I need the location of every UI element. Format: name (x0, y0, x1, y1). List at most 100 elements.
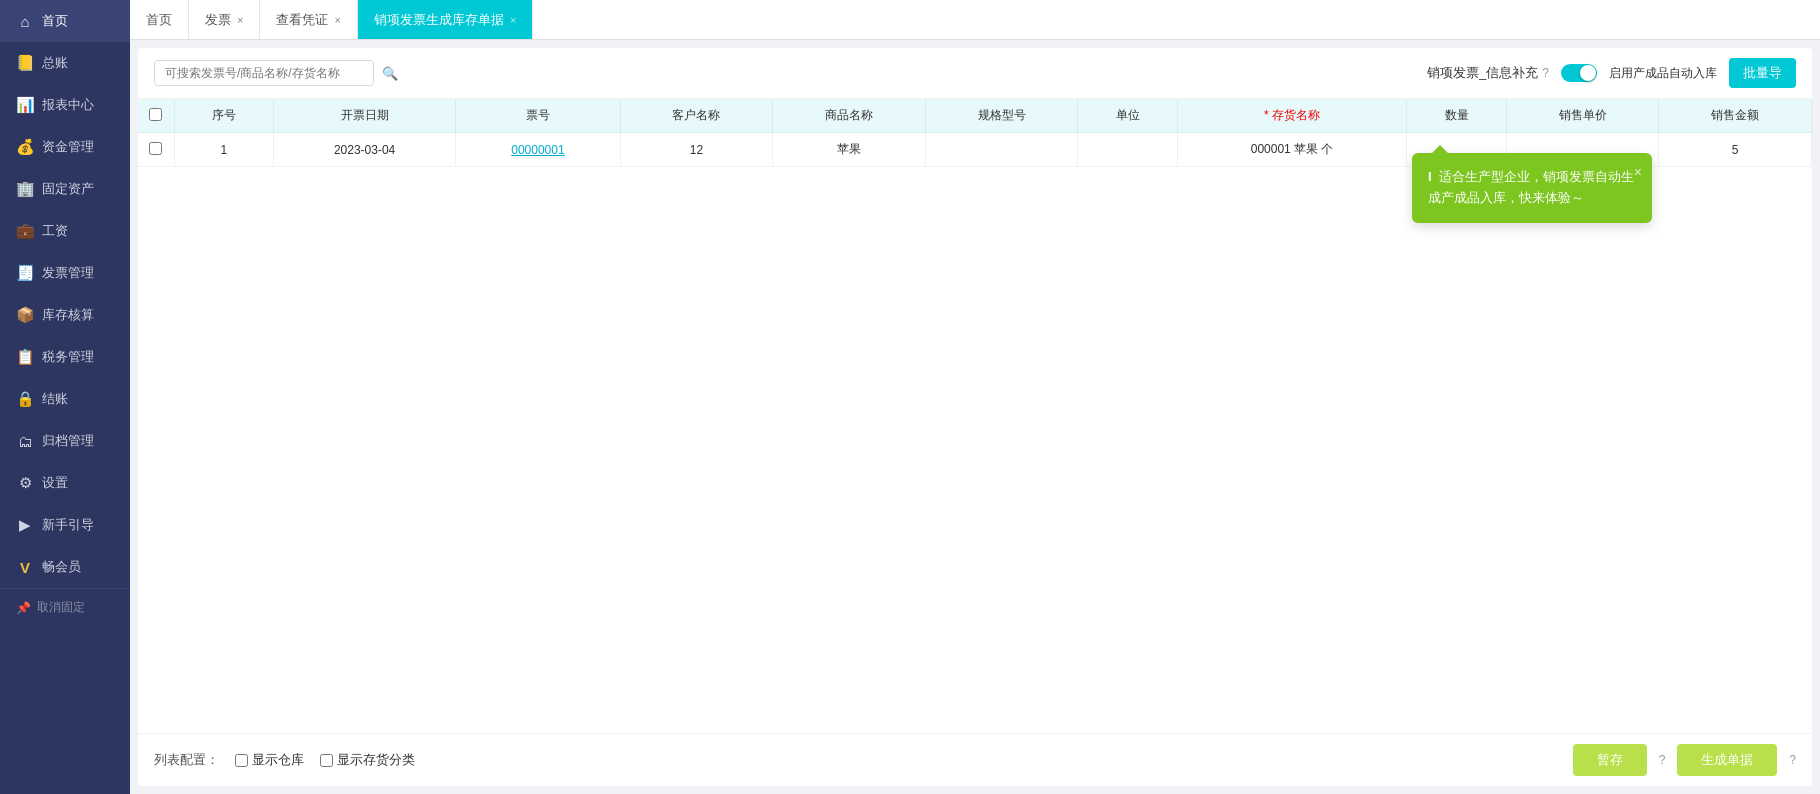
sidebar-item-guide[interactable]: ▶ 新手引导 (0, 504, 130, 546)
tab-voucher[interactable]: 查看凭证 × (260, 0, 357, 39)
toggle-knob (1580, 65, 1596, 81)
row-inventory: 000001 苹果 个 (1177, 133, 1406, 167)
page-content: 🔍 销项发票_信息补充 ? 启用产成品自动入库 批量导 (138, 48, 1812, 786)
col-unit: 单位 (1078, 99, 1178, 133)
sidebar-label-home: 首页 (42, 12, 68, 30)
tab-invoice-label: 发票 (205, 11, 231, 29)
capital-icon: 💰 (16, 138, 34, 156)
category-checkbox-input[interactable] (320, 754, 333, 767)
row-amount: 5 (1659, 133, 1812, 167)
inventory-icon: 📦 (16, 306, 34, 324)
row-checkbox[interactable] (149, 142, 162, 155)
toolbar: 🔍 销项发票_信息补充 ? 启用产成品自动入库 批量导 (138, 48, 1812, 99)
sidebar-item-invoice-mgmt[interactable]: 🧾 发票管理 (0, 252, 130, 294)
col-spec: 规格型号 (925, 99, 1078, 133)
show-warehouse-label: 显示仓库 (252, 751, 304, 769)
assets-icon: 🏢 (16, 180, 34, 198)
sidebar-label-invoice-mgmt: 发票管理 (42, 264, 94, 282)
tab-salesreturn-label: 销项发票生成库存单据 (374, 11, 504, 29)
row-checkbox-cell (138, 133, 174, 167)
sidebar-item-closing[interactable]: 🔒 结账 (0, 378, 130, 420)
footer-config-label: 列表配置： (154, 751, 219, 769)
tab-salesreturn-close[interactable]: × (510, 14, 516, 26)
row-customer: 12 (620, 133, 773, 167)
toolbar-left: 🔍 (154, 60, 398, 86)
auto-warehousing-toggle[interactable] (1561, 64, 1597, 82)
sidebar-item-assets[interactable]: 🏢 固定资产 (0, 168, 130, 210)
tab-salesreturn[interactable]: 销项发票生成库存单据 × (358, 0, 533, 39)
tab-voucher-close[interactable]: × (334, 14, 340, 26)
sidebar-item-vip[interactable]: V 畅会员 (0, 546, 130, 588)
row-goods: 苹果 (773, 133, 926, 167)
col-checkbox (138, 99, 174, 133)
sidebar-item-settings[interactable]: ⚙ 设置 (0, 462, 130, 504)
row-number-link[interactable]: 00000001 (511, 143, 564, 157)
tab-invoice-close[interactable]: × (237, 14, 243, 26)
sidebar-label-ledger: 总账 (42, 54, 68, 72)
row-unit (1078, 133, 1178, 167)
save-button[interactable]: 暂存 (1573, 744, 1647, 776)
gear-icon: ⚙ (16, 474, 34, 492)
col-date: 开票日期 (274, 99, 456, 133)
sidebar-item-salary[interactable]: 💼 工资 (0, 210, 130, 252)
vip-icon: V (16, 559, 34, 576)
show-category-checkbox[interactable]: 显示存货分类 (320, 751, 415, 769)
col-customer: 客户名称 (620, 99, 773, 133)
col-inventory: * 存货名称 (1177, 99, 1406, 133)
save-help-icon[interactable]: ? (1659, 753, 1666, 767)
sidebar-item-archive[interactable]: 🗂 归档管理 (0, 420, 130, 462)
home-icon: ⌂ (16, 13, 34, 30)
generate-help-icon[interactable]: ? (1789, 753, 1796, 767)
search-input[interactable] (154, 60, 374, 86)
ledger-icon: 📒 (16, 54, 34, 72)
sidebar-label-capital: 资金管理 (42, 138, 94, 156)
generate-button[interactable]: 生成单据 (1677, 744, 1777, 776)
col-number: 票号 (456, 99, 621, 133)
sidebar-label-vip: 畅会员 (42, 558, 81, 576)
show-category-label: 显示存货分类 (337, 751, 415, 769)
sidebar-item-inventory[interactable]: 📦 库存核算 (0, 294, 130, 336)
footer-actions: 暂存 ? 生成单据 ? (1573, 744, 1796, 776)
sidebar-label-closing: 结账 (42, 390, 68, 408)
archive-icon: 🗂 (16, 433, 34, 450)
info-icon[interactable]: ? (1542, 66, 1549, 80)
tooltip-cursor: I (1428, 169, 1432, 184)
row-number[interactable]: 00000001 (456, 133, 621, 167)
unpin-icon: 📌 (16, 601, 31, 615)
col-seq: 序号 (174, 99, 274, 133)
select-all-checkbox[interactable] (149, 108, 162, 121)
tooltip-close-btn[interactable]: × (1634, 161, 1642, 183)
tab-invoice[interactable]: 发票 × (189, 0, 260, 39)
tooltip-popup: × I 适合生产型企业，销项发票自动生成产成品入库，快来体验～ (1412, 153, 1652, 223)
col-qty: 数量 (1407, 99, 1507, 133)
col-goods: 商品名称 (773, 99, 926, 133)
sidebar-item-ledger[interactable]: 📒 总账 (0, 42, 130, 84)
info-label: 销项发票_信息补充 ? (1427, 64, 1549, 82)
report-icon: 📊 (16, 96, 34, 114)
col-price: 销售单价 (1506, 99, 1659, 133)
sidebar-label-archive: 归档管理 (42, 432, 94, 450)
info-text: 销项发票_信息补充 (1427, 64, 1538, 82)
invoice-mgmt-icon: 🧾 (16, 264, 34, 282)
sidebar-item-capital[interactable]: 💰 资金管理 (0, 126, 130, 168)
row-seq: 1 (174, 133, 274, 167)
sidebar-label-tax: 税务管理 (42, 348, 94, 366)
sidebar-label-settings: 设置 (42, 474, 68, 492)
unpin-button[interactable]: 📌 取消固定 (0, 588, 130, 626)
sidebar-item-home[interactable]: ⌂ 首页 (0, 0, 130, 42)
tab-bar: 首页 发票 × 查看凭证 × 销项发票生成库存单据 × (130, 0, 1820, 40)
sidebar-label-guide: 新手引导 (42, 516, 94, 534)
footer: 列表配置： 显示仓库 显示存货分类 暂存 ? 生成单据 ? (138, 733, 1812, 786)
sidebar: ⌂ 首页 📒 总账 📊 报表中心 💰 资金管理 🏢 固定资产 💼 工资 🧾 发票… (0, 0, 130, 794)
sidebar-item-report[interactable]: 📊 报表中心 (0, 84, 130, 126)
sidebar-label-report: 报表中心 (42, 96, 94, 114)
tab-home[interactable]: 首页 (130, 0, 189, 39)
warehouse-checkbox-input[interactable] (235, 754, 248, 767)
show-warehouse-checkbox[interactable]: 显示仓库 (235, 751, 304, 769)
batch-import-button[interactable]: 批量导 (1729, 58, 1796, 88)
col-amount: 销售金额 (1659, 99, 1812, 133)
search-icon[interactable]: 🔍 (382, 66, 398, 81)
sidebar-label-assets: 固定资产 (42, 180, 94, 198)
row-date: 2023-03-04 (274, 133, 456, 167)
sidebar-item-tax[interactable]: 📋 税务管理 (0, 336, 130, 378)
